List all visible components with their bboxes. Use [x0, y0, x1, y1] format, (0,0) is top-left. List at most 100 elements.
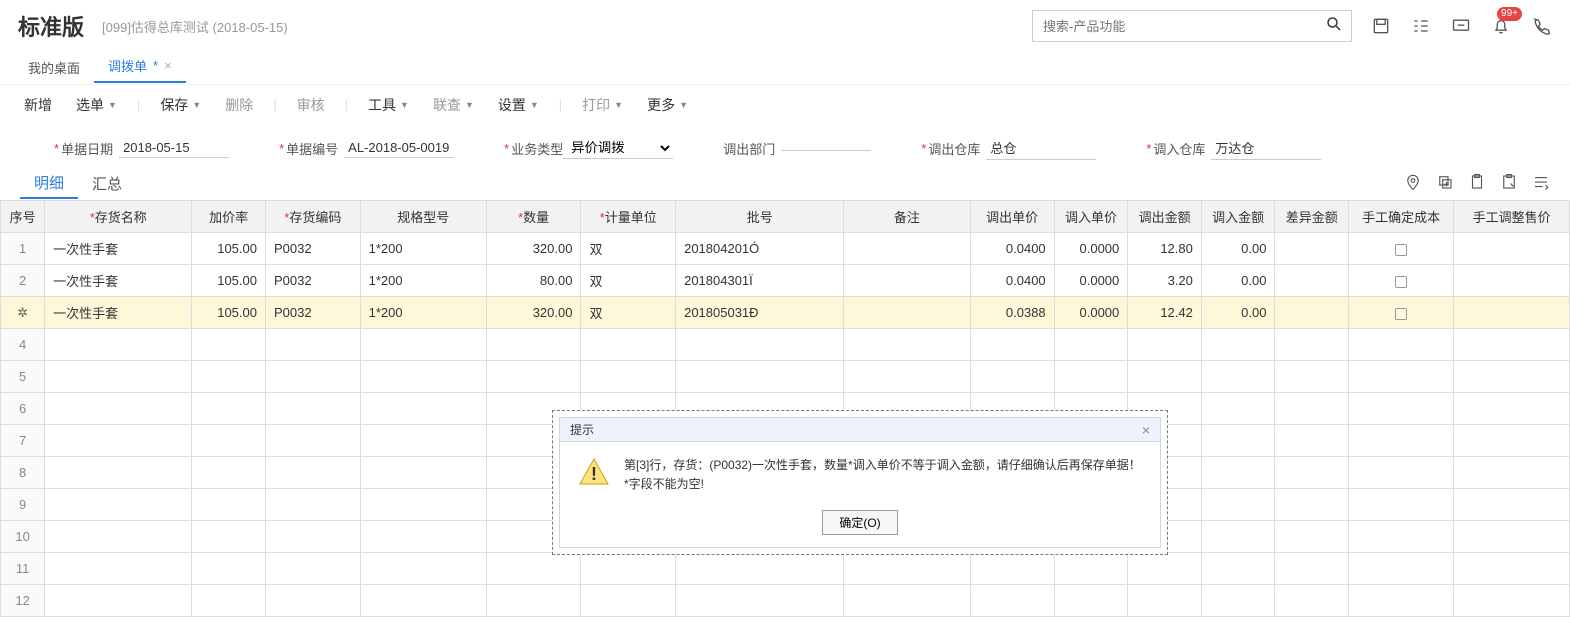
export-icon[interactable]: [1532, 173, 1550, 194]
cell-qty[interactable]: 80.00: [486, 265, 581, 297]
search-input[interactable]: [1033, 19, 1317, 34]
cell-outamt[interactable]: 3.20: [1128, 265, 1202, 297]
cell-batch[interactable]: 201804301Ï: [676, 265, 844, 297]
cell-diffamt[interactable]: [1275, 265, 1349, 297]
save-icon[interactable]: [1370, 15, 1392, 37]
col-inamt[interactable]: 调入金额: [1201, 201, 1275, 233]
col-remark[interactable]: 备注: [844, 201, 970, 233]
cell-confcost[interactable]: [1349, 265, 1454, 297]
settings-button[interactable]: 设置▼: [488, 91, 549, 119]
cell-uom[interactable]: 双: [581, 265, 676, 297]
cell-name[interactable]: 一次性手套: [45, 297, 192, 329]
cell-inprice[interactable]: 0.0000: [1054, 233, 1128, 265]
cell-inprice[interactable]: 0.0000: [1054, 265, 1128, 297]
cell-adjprice[interactable]: [1454, 297, 1570, 329]
tab-desktop[interactable]: 我的桌面: [14, 52, 94, 83]
outwh-input[interactable]: 总仓: [986, 136, 1096, 160]
table-row-empty[interactable]: 12: [1, 585, 1570, 617]
cell-remark[interactable]: [844, 233, 970, 265]
cell-confcost[interactable]: [1349, 233, 1454, 265]
cell-batch[interactable]: 201805031Ð: [676, 297, 844, 329]
col-confcost[interactable]: 手工确定成本: [1349, 201, 1454, 233]
row-gear-icon[interactable]: ✲: [1, 297, 45, 329]
search-box[interactable]: [1032, 10, 1352, 42]
cell-outprice[interactable]: 0.0388: [970, 297, 1054, 329]
table-row-empty[interactable]: 5: [1, 361, 1570, 393]
cell-diffamt[interactable]: [1275, 297, 1349, 329]
cell-spec[interactable]: 1*200: [360, 233, 486, 265]
checkbox-icon[interactable]: [1395, 308, 1407, 320]
cell-spec[interactable]: 1*200: [360, 265, 486, 297]
cell-code[interactable]: P0032: [265, 265, 360, 297]
new-button[interactable]: 新增: [14, 91, 62, 119]
subtab-detail[interactable]: 明细: [20, 168, 78, 199]
cell-qty[interactable]: 320.00: [486, 297, 581, 329]
print-button[interactable]: 打印▼: [572, 91, 633, 119]
col-markup[interactable]: 加价率: [192, 201, 266, 233]
dialog-title-bar[interactable]: 提示 ×: [560, 418, 1160, 442]
message-icon[interactable]: [1450, 15, 1472, 37]
table-row[interactable]: ✲一次性手套105.00P00321*200320.00双201805031Ð 0…: [1, 297, 1570, 329]
cell-remark[interactable]: [844, 297, 970, 329]
date-input[interactable]: 2018-05-15: [119, 138, 229, 158]
cell-outprice[interactable]: 0.0400: [970, 265, 1054, 297]
tools-button[interactable]: 工具▼: [358, 91, 419, 119]
tab-transfer[interactable]: 调拨单 * ×: [94, 50, 186, 83]
tasks-icon[interactable]: [1410, 15, 1432, 37]
cell-confcost[interactable]: [1349, 297, 1454, 329]
col-outprice[interactable]: 调出单价: [970, 201, 1054, 233]
cell-diffamt[interactable]: [1275, 233, 1349, 265]
no-input[interactable]: AL-2018-05-0019: [344, 138, 454, 158]
location-icon[interactable]: [1404, 173, 1422, 194]
table-row[interactable]: 1一次性手套105.00P00321*200320.00双201804201Ó0…: [1, 233, 1570, 265]
cell-batch[interactable]: 201804201Ó: [676, 233, 844, 265]
cell-inamt[interactable]: 0.00: [1201, 297, 1275, 329]
dialog-ok-button[interactable]: 确定(O): [822, 510, 897, 535]
bell-icon[interactable]: 99+: [1490, 15, 1512, 37]
col-batch[interactable]: 批号: [676, 201, 844, 233]
cell-remark[interactable]: [844, 265, 970, 297]
search-icon[interactable]: [1317, 15, 1351, 38]
select-button[interactable]: 选单▼: [66, 91, 127, 119]
cell-uom[interactable]: 双: [581, 297, 676, 329]
audit-button[interactable]: 审核: [287, 91, 335, 119]
cell-outamt[interactable]: 12.80: [1128, 233, 1202, 265]
col-diffamt[interactable]: 差异金额: [1275, 201, 1349, 233]
col-outamt[interactable]: 调出金额: [1128, 201, 1202, 233]
paste-icon[interactable]: [1468, 173, 1486, 194]
cell-inprice[interactable]: 0.0000: [1054, 297, 1128, 329]
cell-code[interactable]: P0032: [265, 297, 360, 329]
col-seq[interactable]: 序号: [1, 201, 45, 233]
cell-spec[interactable]: 1*200: [360, 297, 486, 329]
dialog-close-icon[interactable]: ×: [1142, 422, 1150, 438]
delete-button[interactable]: 删除: [215, 91, 263, 119]
more-button[interactable]: 更多▼: [637, 91, 698, 119]
cell-adjprice[interactable]: [1454, 233, 1570, 265]
cell-outprice[interactable]: 0.0400: [970, 233, 1054, 265]
cell-code[interactable]: P0032: [265, 233, 360, 265]
cell-inamt[interactable]: 0.00: [1201, 233, 1275, 265]
cell-inamt[interactable]: 0.00: [1201, 265, 1275, 297]
clipboard-icon[interactable]: [1500, 173, 1518, 194]
phone-icon[interactable]: [1530, 15, 1552, 37]
checkbox-icon[interactable]: [1395, 244, 1407, 256]
cell-uom[interactable]: 双: [581, 233, 676, 265]
cell-qty[interactable]: 320.00: [486, 233, 581, 265]
btype-select[interactable]: 异价调拨: [563, 137, 673, 159]
inwh-input[interactable]: 万达仓: [1211, 136, 1321, 160]
col-name[interactable]: *存货名称: [45, 201, 192, 233]
checkbox-icon[interactable]: [1395, 276, 1407, 288]
col-qty[interactable]: *数量: [486, 201, 581, 233]
cell-name[interactable]: 一次性手套: [45, 233, 192, 265]
cell-markup[interactable]: 105.00: [192, 265, 266, 297]
copy-add-icon[interactable]: [1436, 173, 1454, 194]
cell-markup[interactable]: 105.00: [192, 233, 266, 265]
col-code[interactable]: *存货编码: [265, 201, 360, 233]
table-row-empty[interactable]: 11: [1, 553, 1570, 585]
cell-markup[interactable]: 105.00: [192, 297, 266, 329]
link-button[interactable]: 联查▼: [423, 91, 484, 119]
table-row[interactable]: 2一次性手套105.00P00321*20080.00双201804301Ï0.…: [1, 265, 1570, 297]
col-uom[interactable]: *计量单位: [581, 201, 676, 233]
cell-name[interactable]: 一次性手套: [45, 265, 192, 297]
save-button[interactable]: 保存▼: [150, 91, 211, 119]
